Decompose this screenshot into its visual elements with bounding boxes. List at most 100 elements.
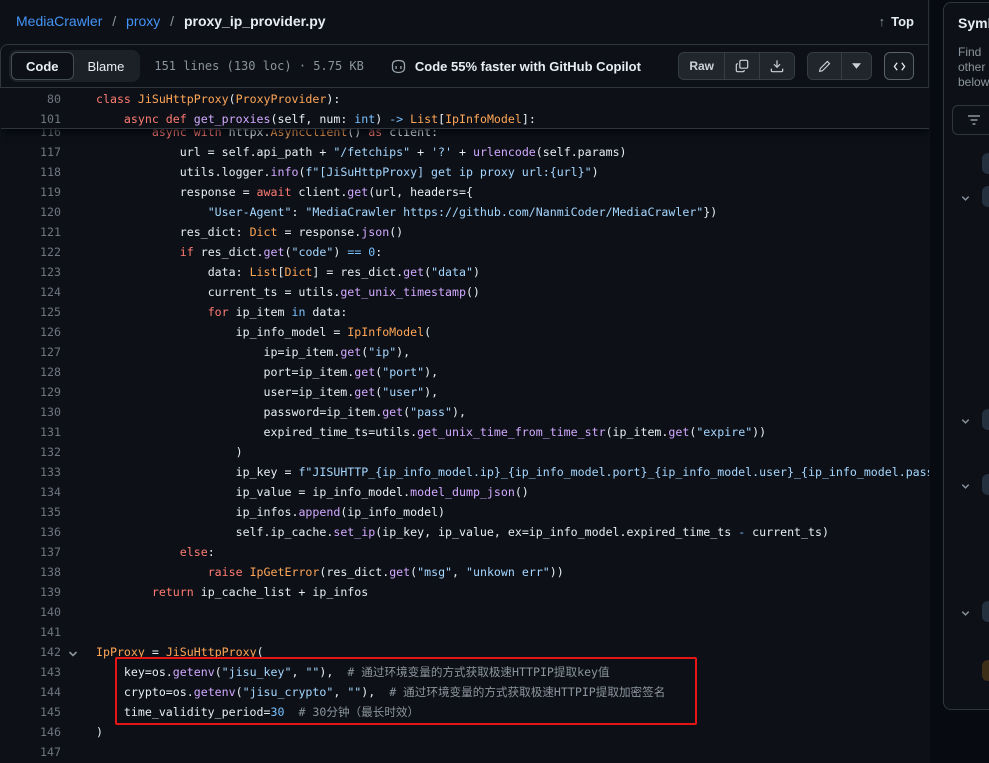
code-text: response = await client.get(url, headers… <box>96 182 473 202</box>
copilot-icon <box>390 59 407 74</box>
back-to-top-link[interactable]: ↑ Top <box>879 14 914 29</box>
line-number[interactable]: 128 <box>1 362 61 382</box>
edit-group <box>807 52 872 80</box>
line-number[interactable]: 119 <box>1 182 61 202</box>
collapse-chevron-icon[interactable] <box>67 646 79 658</box>
code-text: for ip_item in data: <box>96 302 347 322</box>
line-number[interactable]: 140 <box>1 602 61 622</box>
symbol-item-3 <box>944 474 989 496</box>
edit-dropdown-button[interactable] <box>841 53 871 79</box>
code-text: url = self.api_path + "/fetchips" + '?' … <box>96 142 627 162</box>
copy-button[interactable] <box>724 53 759 79</box>
code-line-145: 145 time_validity_period=30 # 30分钟（最长时效） <box>1 702 929 722</box>
code-line-131: 131 expired_time_ts=utils.get_unix_time_… <box>1 422 929 442</box>
chevron-down-icon[interactable] <box>960 479 971 497</box>
code-viewport[interactable]: 116 async with httpx.AsyncClient() as cl… <box>1 88 929 763</box>
breadcrumb-folder-link[interactable]: proxy <box>126 13 160 29</box>
sticky-context-lines: 80class JiSuHttpProxy(ProxyProvider):101… <box>1 88 929 129</box>
code-text: expired_time_ts=utils.get_unix_time_from… <box>96 422 766 442</box>
line-number[interactable]: 134 <box>1 482 61 502</box>
symbol-item-5 <box>944 660 989 682</box>
line-number[interactable]: 120 <box>1 202 61 222</box>
line-number[interactable]: 125 <box>1 302 61 322</box>
symbols-description-line: other <box>958 60 989 75</box>
chevron-down-icon[interactable] <box>960 414 971 432</box>
code-blame-switcher: Code Blame <box>9 50 140 82</box>
line-number[interactable]: 135 <box>1 502 61 522</box>
code-text: self.ip_cache.set_ip(ip_key, ip_value, e… <box>96 522 829 542</box>
code-text: ip_value = ip_info_model.model_dump_json… <box>96 482 529 502</box>
symbol-pill[interactable] <box>982 474 989 495</box>
code-line-143: 143 key=os.getenv("jisu_key", ""), # 通过环… <box>1 662 929 682</box>
line-number[interactable]: 130 <box>1 402 61 422</box>
line-number[interactable]: 136 <box>1 522 61 542</box>
symbol-pill-highlighted[interactable] <box>982 660 989 681</box>
download-button[interactable] <box>759 53 794 79</box>
code-line-132: 132 ) <box>1 442 929 462</box>
code-line-101: 101 async def get_proxies(self, num: int… <box>1 109 929 129</box>
filter-funnel-icon <box>967 114 981 126</box>
tab-blame[interactable]: Blame <box>74 52 139 80</box>
code-text: ip_key = f"JISUHTTP_{ip_info_model.ip}_{… <box>96 462 929 482</box>
line-number[interactable]: 117 <box>1 142 61 162</box>
line-number[interactable]: 126 <box>1 322 61 342</box>
code-line-140: 140 <box>1 602 929 622</box>
symbols-toggle-button[interactable] <box>884 52 914 80</box>
line-number[interactable]: 138 <box>1 562 61 582</box>
line-number[interactable]: 101 <box>1 109 61 129</box>
line-number[interactable]: 142 <box>1 642 61 662</box>
line-number[interactable]: 129 <box>1 382 61 402</box>
line-number[interactable]: 80 <box>1 89 61 109</box>
breadcrumb-repo-link[interactable]: MediaCrawler <box>16 13 102 29</box>
toolbar-actions: Raw <box>678 52 914 80</box>
code-line-128: 128 port=ip_item.get("port"), <box>1 362 929 382</box>
symbol-pill[interactable] <box>982 409 989 430</box>
file-view: MediaCrawler / proxy / proxy_ip_provider… <box>0 0 929 763</box>
line-number[interactable]: 124 <box>1 282 61 302</box>
chevron-down-icon[interactable] <box>960 191 971 209</box>
code-line-117: 117 url = self.api_path + "/fetchips" + … <box>1 142 929 162</box>
edit-button[interactable] <box>808 53 841 79</box>
symbols-description-line: Find <box>958 45 989 60</box>
line-number[interactable]: 147 <box>1 742 61 762</box>
breadcrumb: MediaCrawler / proxy / proxy_ip_provider… <box>16 13 326 29</box>
line-number[interactable]: 118 <box>1 162 61 182</box>
line-number[interactable]: 145 <box>1 702 61 722</box>
symbols-filter-input[interactable] <box>952 105 989 135</box>
symbol-pill[interactable] <box>982 153 989 174</box>
raw-button[interactable]: Raw <box>679 53 724 79</box>
line-number[interactable]: 131 <box>1 422 61 442</box>
breadcrumb-filename: proxy_ip_provider.py <box>184 13 326 29</box>
code-text: IpProxy = JiSuHttpProxy( <box>96 642 264 662</box>
line-number[interactable]: 133 <box>1 462 61 482</box>
line-number[interactable]: 121 <box>1 222 61 242</box>
symbol-item-0 <box>944 153 989 175</box>
tab-code[interactable]: Code <box>11 52 74 80</box>
copilot-banner[interactable]: Code 55% faster with GitHub Copilot <box>390 59 641 74</box>
code-text: time_validity_period=30 # 30分钟（最长时效） <box>96 702 419 722</box>
line-number[interactable]: 137 <box>1 542 61 562</box>
line-number[interactable]: 127 <box>1 342 61 362</box>
symbol-pill[interactable] <box>982 186 989 207</box>
line-number[interactable]: 132 <box>1 442 61 462</box>
line-number[interactable]: 144 <box>1 682 61 702</box>
line-number[interactable]: 146 <box>1 722 61 742</box>
line-number[interactable]: 143 <box>1 662 61 682</box>
chevron-down-icon[interactable] <box>960 606 971 624</box>
code-text: ip=ip_item.get("ip"), <box>96 342 410 362</box>
code-line-136: 136 self.ip_cache.set_ip(ip_key, ip_valu… <box>1 522 929 542</box>
code-line-138: 138 raise IpGetError(res_dict.get("msg",… <box>1 562 929 582</box>
code-text: ) <box>96 722 103 742</box>
line-number[interactable]: 141 <box>1 622 61 642</box>
line-number[interactable]: 123 <box>1 262 61 282</box>
line-number[interactable]: 139 <box>1 582 61 602</box>
code-line-130: 130 password=ip_item.get("pass"), <box>1 402 929 422</box>
line-number[interactable]: 122 <box>1 242 61 262</box>
code-line-127: 127 ip=ip_item.get("ip"), <box>1 342 929 362</box>
symbol-item-1 <box>944 186 989 208</box>
symbol-pill[interactable] <box>982 601 989 622</box>
code-text: async def get_proxies(self, num: int) ->… <box>96 109 536 129</box>
code-line-147: 147 <box>1 742 929 762</box>
code-line-121: 121 res_dict: Dict = response.json() <box>1 222 929 242</box>
code-line-118: 118 utils.logger.info(f"[JiSuHttpProxy] … <box>1 162 929 182</box>
